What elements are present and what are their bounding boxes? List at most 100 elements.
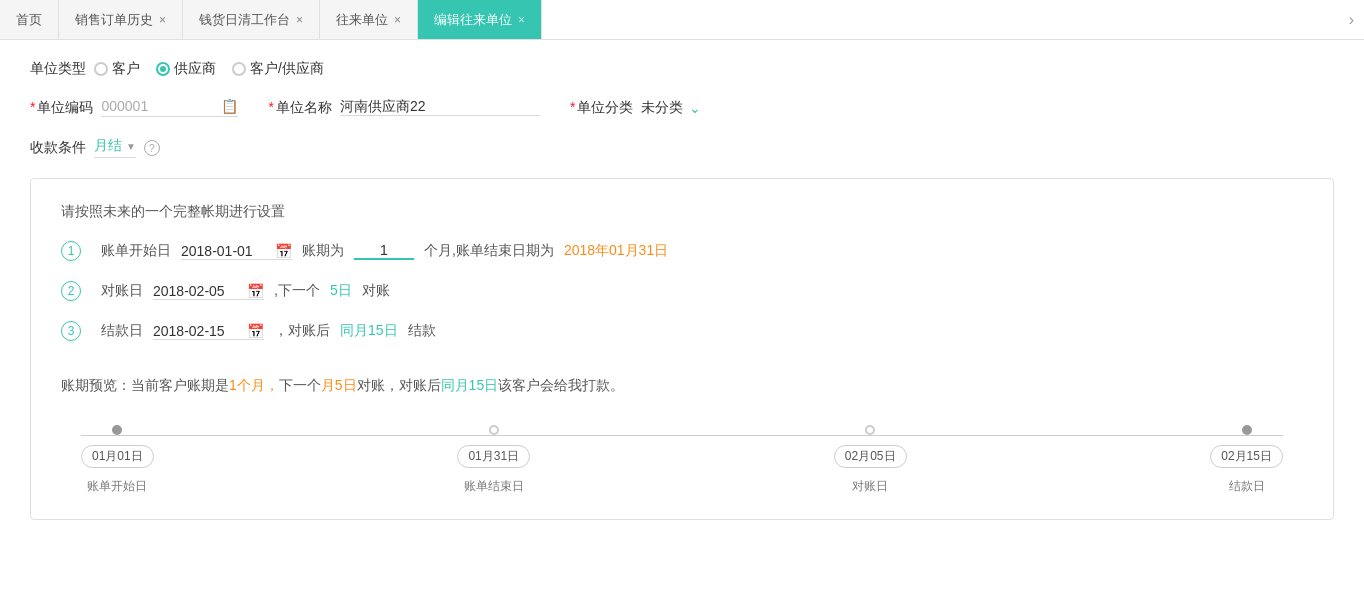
step-2-highlight: 5日: [330, 282, 352, 300]
timeline-dot-start: [112, 425, 122, 435]
step-2-label: 对账日: [101, 282, 143, 300]
step-2-calendar-icon[interactable]: 📅: [247, 283, 264, 299]
step-3-calendar-icon[interactable]: 📅: [247, 323, 264, 339]
tab-more-arrow[interactable]: ›: [1339, 0, 1364, 39]
tab-sales-order-close[interactable]: ×: [159, 13, 166, 27]
step-1-date-field[interactable]: [181, 243, 271, 259]
tab-home[interactable]: 首页: [0, 0, 59, 39]
payment-value: 月结: [94, 137, 122, 155]
timeline-items: 01月01日 账单开始日 01月31日 账单结束日: [81, 425, 1283, 495]
preview-prefix: 账期预览：当前客户账期是: [61, 377, 229, 393]
unit-code-icon[interactable]: 📋: [221, 98, 238, 114]
step-row-2: 2 对账日 📅 ,下一个 5日 对账: [61, 281, 1303, 301]
timeline-label-0: 账单开始日: [87, 478, 147, 495]
step-3-date-field[interactable]: [153, 323, 243, 339]
timeline-item-2: 02月05日 对账日: [834, 425, 907, 495]
step-1-label: 账单开始日: [101, 242, 171, 260]
timeline-item-0: 01月01日 账单开始日: [81, 425, 154, 495]
preview-reconcile-prefix: 下一个: [279, 377, 321, 393]
radio-customer-circle: [94, 62, 108, 76]
unit-code-input-wrapper: 📋: [101, 98, 238, 117]
step-content-1: 账单开始日 📅 账期为 个月,账单结束日期为 2018年01月31日: [101, 242, 668, 260]
preview-period: 1个月，: [229, 377, 279, 393]
step-num-2: 2: [61, 281, 81, 301]
payment-row: 收款条件 月结 ▼ ?: [30, 137, 1334, 158]
unit-name-group: 单位名称: [268, 99, 539, 117]
timeline-item-1: 01月31日 账单结束日: [457, 425, 530, 495]
preview-payment-highlight: 同月15日: [441, 377, 499, 393]
preview-reconcile-highlight: 月5日: [321, 377, 357, 393]
unit-category-value: 未分类: [641, 99, 683, 117]
unit-category-group: 单位分类 未分类 ⌄: [570, 99, 701, 117]
step-row-3: 3 结款日 📅 ，对账后 同月15日 结款: [61, 321, 1303, 341]
category-dropdown-icon: ⌄: [689, 100, 701, 116]
timeline-label-3: 结款日: [1229, 478, 1265, 495]
timeline-badge-3: 02月15日: [1210, 445, 1283, 468]
step-content-2: 对账日 📅 ,下一个 5日 对账: [101, 282, 390, 300]
tab-partner[interactable]: 往来单位 ×: [320, 0, 418, 39]
step-3-label: 结款日: [101, 322, 143, 340]
tab-sales-order-label: 销售订单历史: [75, 11, 153, 29]
radio-customer-supplier[interactable]: 客户/供应商: [232, 60, 324, 78]
payment-select[interactable]: 月结 ▼: [94, 137, 136, 158]
radio-customer[interactable]: 客户: [94, 60, 140, 78]
tab-bar: 首页 销售订单历史 × 钱货日清工作台 × 往来单位 × 编辑往来单位 × ›: [0, 0, 1364, 40]
main-content: 单位类型 客户 供应商 客户/供应商 单位编码: [0, 40, 1364, 608]
timeline-dot-2: [865, 425, 875, 435]
unit-type-radio-group: 客户 供应商 客户/供应商: [94, 60, 324, 78]
tab-sales-order[interactable]: 销售订单历史 ×: [59, 0, 183, 39]
tab-edit-partner-label: 编辑往来单位: [434, 11, 512, 29]
step-3-suffix: 结款: [408, 322, 436, 340]
timeline-label-2: 对账日: [852, 478, 888, 495]
radio-customer-supplier-label: 客户/供应商: [250, 60, 324, 78]
timeline-label-1: 账单结束日: [464, 478, 524, 495]
settings-title: 请按照未来的一个完整帐期进行设置: [61, 203, 1303, 221]
period-input[interactable]: [354, 242, 414, 260]
timeline-dot-end: [1242, 425, 1252, 435]
radio-customer-label: 客户: [112, 60, 140, 78]
timeline-badge-1: 01月31日: [457, 445, 530, 468]
unit-type-group: 单位类型 客户 供应商 客户/供应商: [30, 60, 324, 78]
unit-type-row: 单位类型 客户 供应商 客户/供应商: [30, 60, 1334, 78]
tab-partner-label: 往来单位: [336, 11, 388, 29]
tab-edit-partner-close[interactable]: ×: [518, 13, 525, 27]
step-2-suffix: 对账: [362, 282, 390, 300]
step-num-1: 1: [61, 241, 81, 261]
payment-group: 收款条件 月结 ▼ ?: [30, 137, 160, 158]
settings-box: 请按照未来的一个完整帐期进行设置 1 账单开始日 📅 账期为 个月,账单结束日期…: [30, 178, 1334, 520]
tab-cash-work-close[interactable]: ×: [296, 13, 303, 27]
timeline-wrapper: 01月01日 账单开始日 01月31日 账单结束日: [61, 425, 1303, 495]
step-content-3: 结款日 📅 ，对账后 同月15日 结款: [101, 322, 436, 340]
unit-code-input[interactable]: [101, 98, 221, 114]
unit-name-input[interactable]: [340, 99, 540, 116]
tab-home-label: 首页: [16, 11, 42, 29]
step-2-prefix: ,下一个: [274, 282, 320, 300]
help-icon[interactable]: ?: [144, 140, 160, 156]
unit-category-select[interactable]: 未分类 ⌄: [641, 99, 701, 117]
unit-code-group: 单位编码 📋: [30, 98, 238, 117]
step-2-date-field[interactable]: [153, 283, 243, 299]
tab-edit-partner[interactable]: 编辑往来单位 ×: [418, 0, 542, 39]
tab-partner-close[interactable]: ×: [394, 13, 401, 27]
step-3-date-input: 📅: [153, 323, 264, 340]
radio-supplier[interactable]: 供应商: [156, 60, 216, 78]
step-1-suffix-after: 个月,账单结束日期为: [424, 242, 554, 260]
unit-category-label: 单位分类: [570, 99, 633, 117]
timeline-dot-1: [489, 425, 499, 435]
step-1-end-date: 2018年01月31日: [564, 242, 668, 260]
preview-suffix: 该客户会给我打款。: [498, 377, 624, 393]
step-2-date-input: 📅: [153, 283, 264, 300]
timeline-badge-2: 02月05日: [834, 445, 907, 468]
timeline-badge-0: 01月01日: [81, 445, 154, 468]
step-3-prefix: ，对账后: [274, 322, 330, 340]
preview-text: 账期预览：当前客户账期是1个月，下一个月5日对账，对账后同月15日该客户会给我打…: [61, 377, 1303, 395]
unit-name-label: 单位名称: [268, 99, 331, 117]
timeline-date-0: 01月01日: [92, 449, 143, 463]
tab-cash-work[interactable]: 钱货日清工作台 ×: [183, 0, 320, 39]
step-1-calendar-icon[interactable]: 📅: [275, 243, 292, 259]
unit-code-label: 单位编码: [30, 99, 93, 117]
timeline-item-3: 02月15日 结款日: [1210, 425, 1283, 495]
preview-reconcile-suffix: 对账，对账后: [357, 377, 441, 393]
step-row-1: 1 账单开始日 📅 账期为 个月,账单结束日期为 2018年01月31日: [61, 241, 1303, 261]
unit-type-label: 单位类型: [30, 60, 86, 78]
